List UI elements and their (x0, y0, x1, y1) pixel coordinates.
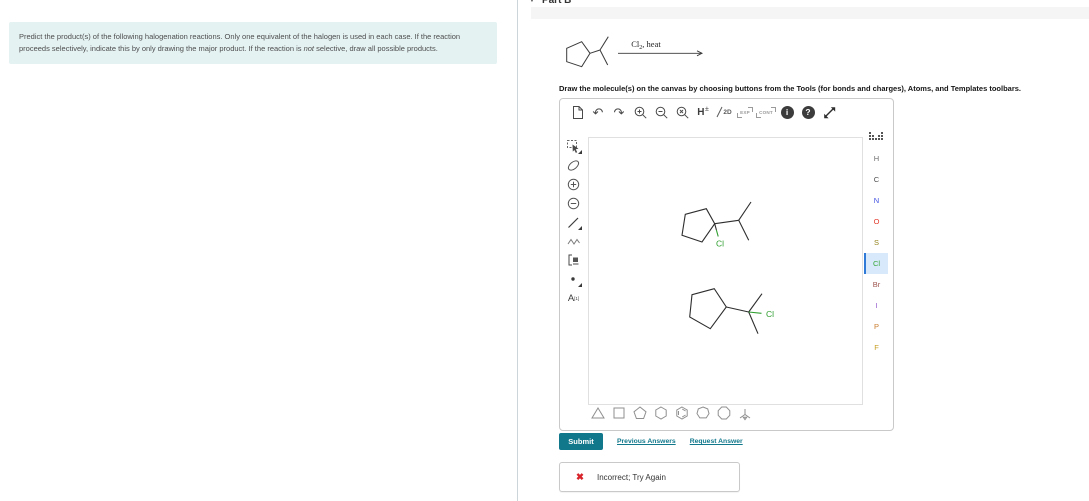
undo-icon[interactable]: ↶ (589, 103, 607, 121)
problem-statement: Predict the product(s) of the following … (9, 22, 497, 64)
atom-button-P[interactable]: P (864, 316, 888, 337)
sketcher-template-toolbar (590, 405, 753, 421)
reaction-scheme: Cl2, heat (566, 36, 704, 68)
incorrect-x-icon: ✖ (576, 471, 584, 483)
increase-charge-icon[interactable] (565, 176, 582, 192)
atom-button-C[interactable]: C (864, 169, 888, 190)
actions-row: Submit Previous Answers Request Answer (559, 433, 743, 450)
help-icon[interactable]: ? (799, 103, 817, 121)
single-bond-tool-icon[interactable] (565, 214, 582, 230)
atom-button-H[interactable]: H (864, 148, 888, 169)
reactant-structure (566, 36, 609, 68)
part-header[interactable]: ▼ Part B (529, 0, 571, 6)
problem-text-italic: not (303, 44, 315, 53)
screen: Predict the product(s) of the following … (0, 0, 1089, 501)
cyclopentane-template-icon[interactable] (632, 405, 648, 421)
atom-button-I[interactable]: I (864, 295, 888, 316)
cyclopropane-template-icon[interactable] (590, 405, 606, 421)
part-title: Part B (541, 0, 572, 6)
collapse-triangle-icon[interactable]: ▼ (529, 0, 535, 4)
atom-button-N[interactable]: N (864, 190, 888, 211)
problem-text-end: selective, draw all possible products. (314, 44, 438, 53)
submit-button[interactable]: Submit (559, 433, 603, 450)
cyclohexane-template-icon[interactable] (653, 405, 669, 421)
atom-button-O[interactable]: O (864, 211, 888, 232)
decrease-charge-icon[interactable] (565, 195, 582, 211)
more-templates-icon[interactable] (737, 405, 753, 421)
sketcher-left-toolbar: A [1] (563, 138, 584, 306)
molecule-2-cl-label: Cl (766, 309, 774, 319)
info-icon[interactable]: i (778, 103, 796, 121)
request-answer-link[interactable]: Request Answer (690, 438, 743, 445)
part-header-strip (531, 7, 1089, 19)
eraser-icon[interactable] (565, 157, 582, 173)
molecule-2 (689, 288, 763, 334)
atom-button-S[interactable]: S (864, 232, 888, 253)
benzene-template-icon[interactable] (674, 405, 690, 421)
molecule-1-cl-label: Cl (716, 239, 724, 249)
drawing-canvas[interactable]: Cl Cl (588, 137, 863, 405)
cyclobutane-template-icon[interactable] (611, 405, 627, 421)
new-document-icon[interactable] (568, 103, 586, 121)
periodic-table-icon[interactable] (868, 129, 883, 145)
cycloheptane-template-icon[interactable] (695, 405, 711, 421)
panel-divider (517, 0, 518, 501)
molecule-1 (681, 201, 752, 243)
clean-2d-icon[interactable]: 2D (715, 103, 733, 121)
reaction-arrow (618, 50, 704, 57)
chain-tool-icon[interactable] (565, 233, 582, 249)
canvas-instruction: Draw the molecule(s) on the canvas by ch… (559, 84, 1022, 93)
add-remove-hydrogens-icon[interactable]: H ± (694, 103, 712, 121)
feedback-box: ✖ Incorrect; Try Again (559, 462, 740, 492)
molecule-sketcher: ↶ ↷ H ± 2D EXP CONT i ? A [1] Cl Cl H C … (559, 98, 894, 431)
feedback-message: Incorrect; Try Again (596, 472, 666, 482)
sgroup-abbreviation-icon[interactable] (565, 252, 582, 268)
cyclooctane-template-icon[interactable] (716, 405, 732, 421)
expand-groups-icon[interactable]: EXP (736, 103, 754, 121)
atom-button-Br[interactable]: Br (864, 274, 888, 295)
radical-tool-icon[interactable] (565, 271, 582, 287)
zoom-reset-icon[interactable] (673, 103, 691, 121)
contract-groups-icon[interactable]: CONT (756, 103, 776, 121)
reagent-label: Cl2, heat (631, 39, 661, 51)
fullscreen-icon[interactable] (820, 103, 838, 121)
atom-properties-tool-icon[interactable]: A [1] (565, 290, 582, 306)
sketcher-top-toolbar: ↶ ↷ H ± 2D EXP CONT i ? (568, 103, 838, 121)
previous-answers-link[interactable]: Previous Answers (617, 438, 676, 445)
zoom-in-icon[interactable] (631, 103, 649, 121)
redo-icon[interactable]: ↷ (610, 103, 628, 121)
atom-button-F[interactable]: F (864, 337, 888, 358)
sketcher-atom-toolbar: H C N O S Cl Br I P F (862, 129, 889, 358)
atom-button-Cl[interactable]: Cl (863, 253, 888, 274)
zoom-out-icon[interactable] (652, 103, 670, 121)
selection-tool-icon[interactable] (565, 138, 582, 154)
